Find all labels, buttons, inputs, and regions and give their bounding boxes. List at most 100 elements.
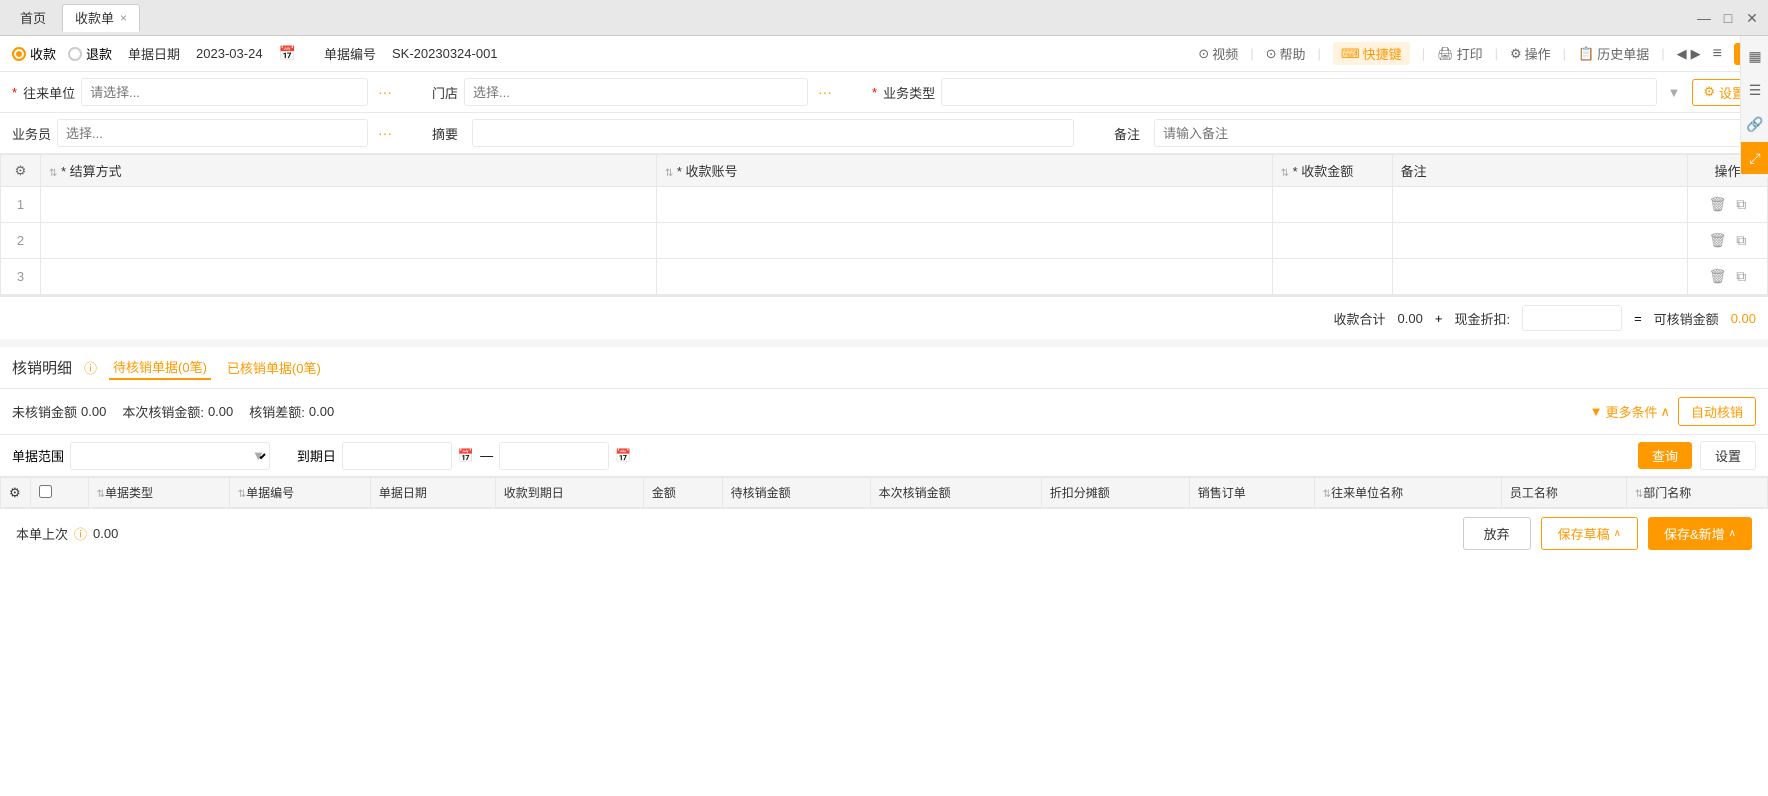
history-action[interactable]: 📋 历史单据 xyxy=(1578,44,1649,63)
store-input[interactable] xyxy=(464,78,808,106)
th-doc-number: ⇅单据编号 xyxy=(229,478,370,508)
date-from-input[interactable]: 2022-04-01 xyxy=(342,442,452,470)
due-date-field: 到期日 2022-04-01 📅 — 2022-04-12 📅 xyxy=(297,442,631,470)
summary-label: 摘要 xyxy=(432,124,458,143)
pending-tab[interactable]: 待核销单据(0笔) xyxy=(109,355,211,380)
business-type-chevron[interactable]: ▼ xyxy=(1667,85,1680,100)
shortcut-action[interactable]: ⌨ 快捷键 xyxy=(1333,42,1410,65)
operation-action[interactable]: ⚙ 操作 xyxy=(1510,44,1551,63)
due-label: 到期日 xyxy=(297,446,336,465)
account-cell-2[interactable] xyxy=(656,223,1272,259)
form-row-1: * 往来单位 ··· 门店 ··· * 业务类型 预收款 ▼ ⚙ 设置 xyxy=(0,72,1768,113)
remark-label: 备注 xyxy=(1114,124,1140,143)
window-controls: — □ ✕ xyxy=(1696,10,1760,26)
th-due-date: 收款到期日 xyxy=(495,478,643,508)
store-more-icon[interactable]: ··· xyxy=(818,84,832,100)
table2-settings-icon[interactable]: ⚙ xyxy=(9,485,21,500)
summary-input[interactable] xyxy=(472,119,1074,147)
footer-left: 本单上次 ⓘ 0.00 xyxy=(16,524,118,543)
close-window-button[interactable]: ✕ xyxy=(1744,10,1760,26)
more-conditions-btn[interactable]: ▼ 更多条件 ∧ xyxy=(1590,402,1670,421)
radio-receipt-label: 收款 xyxy=(30,44,56,63)
tab-receipts-label: 收款单 xyxy=(75,8,114,27)
save-new-button[interactable]: 保存&新增 ∧ xyxy=(1648,517,1752,550)
save-draft-button[interactable]: 保存草稿 ∧ xyxy=(1541,517,1638,550)
prev-icon[interactable]: ◀ xyxy=(1677,46,1687,62)
minimize-button[interactable]: — xyxy=(1696,10,1712,26)
side-table-icon[interactable]: ▦ xyxy=(1741,40,1768,72)
table-row: 3 🗑 ⧉ xyxy=(1,259,1768,295)
auto-verify-button[interactable]: 自动核销 xyxy=(1678,397,1756,426)
done-tab[interactable]: 已核销单据(0笔) xyxy=(223,356,325,379)
delete-icon-3[interactable]: 🗑 xyxy=(1709,268,1727,284)
remark-cell-1[interactable] xyxy=(1392,187,1687,223)
calendar-from-icon[interactable]: 📅 xyxy=(458,448,474,464)
help-action[interactable]: ⊙ 帮助 xyxy=(1266,44,1306,63)
amount-cell-3[interactable] xyxy=(1272,259,1392,295)
amount-cell-1[interactable] xyxy=(1272,187,1392,223)
verify-section: 核销明细 ⓘ 待核销单据(0笔) 已核销单据(0笔) 未核销金额 0.00 本次… xyxy=(0,347,1768,477)
remark-cell-3[interactable] xyxy=(1392,259,1687,295)
copy-icon-3[interactable]: ⧉ xyxy=(1736,268,1746,284)
table-settings-icon[interactable]: ⚙ xyxy=(15,163,27,178)
business-type-label: 业务类型 xyxy=(883,83,935,102)
radio-refund[interactable]: 退款 xyxy=(68,44,112,63)
tab-home[interactable]: 首页 xyxy=(8,4,58,32)
staff-input[interactable] xyxy=(57,119,368,147)
staff-more-icon[interactable]: ··· xyxy=(378,125,392,141)
side-list-icon[interactable]: ☰ xyxy=(1741,74,1768,106)
counterpart-more-icon[interactable]: ··· xyxy=(378,84,392,100)
print-action[interactable]: 🖨 打印 xyxy=(1437,44,1483,63)
side-attach-icon[interactable]: 🔗 xyxy=(1741,108,1768,140)
plus-sign: + xyxy=(1435,311,1443,326)
query-button[interactable]: 查询 xyxy=(1638,442,1692,469)
select-all-checkbox[interactable] xyxy=(39,485,52,498)
amount-cell-2[interactable] xyxy=(1272,223,1392,259)
maximize-button[interactable]: □ xyxy=(1720,10,1736,26)
bottom-table-wrapper: ⚙ ⇅单据类型 ⇅单据编号 单据日期 收款到期日 金额 待核销金额 本次 xyxy=(0,477,1768,508)
stats-right: ▼ 更多条件 ∧ 自动核销 xyxy=(1590,397,1756,426)
delete-icon-2[interactable]: 🗑 xyxy=(1709,232,1727,248)
date-to-input[interactable]: 2022-04-12 xyxy=(499,442,609,470)
menu-icon[interactable]: ≡ xyxy=(1713,45,1722,63)
counterpart-input[interactable] xyxy=(81,78,368,106)
delete-icon-1[interactable]: 🗑 xyxy=(1709,196,1727,212)
action-cell-1: 🗑 ⧉ xyxy=(1688,187,1768,223)
settlement-cell-2[interactable] xyxy=(41,223,657,259)
filter-settings-button[interactable]: 设置 xyxy=(1700,441,1756,470)
calendar-to-icon[interactable]: 📅 xyxy=(615,448,631,464)
business-type-input[interactable]: 预收款 xyxy=(941,78,1657,106)
settlement-cell-3[interactable] xyxy=(41,259,657,295)
shortcut-icon: ⌨ xyxy=(1341,46,1360,62)
store-label: 门店 xyxy=(432,83,458,102)
summary-row: 收款合计 0.00 + 现金折扣: = 可核销金额 0.00 xyxy=(0,296,1768,339)
range-select[interactable] xyxy=(70,442,270,470)
main-content: 收款 退款 单据日期 2023-03-24 📅 单据编号 SK-20230324… xyxy=(0,36,1768,796)
calendar-icon[interactable]: 📅 xyxy=(279,45,296,62)
account-cell-3[interactable] xyxy=(656,259,1272,295)
settlement-cell-1[interactable] xyxy=(41,187,657,223)
copy-icon-2[interactable]: ⧉ xyxy=(1736,232,1746,248)
radio-refund-label: 退款 xyxy=(86,44,112,63)
next-icon[interactable]: ▶ xyxy=(1691,46,1701,62)
page-value: 0.00 xyxy=(93,526,118,541)
video-action[interactable]: ⊙ 视频 xyxy=(1198,44,1238,63)
remark-cell-2[interactable] xyxy=(1392,223,1687,259)
th-discount: 折扣分摊额 xyxy=(1041,478,1189,508)
row-num-2: 2 xyxy=(1,223,41,259)
abandon-button[interactable]: 放弃 xyxy=(1463,517,1531,550)
nav-arrows: ◀ ▶ xyxy=(1677,46,1701,62)
tab-close-icon[interactable]: × xyxy=(120,11,127,25)
filter-row: 单据范围 ▼ 到期日 2022-04-01 📅 — 2022-04-12 📅 查… xyxy=(0,435,1768,477)
discount-input[interactable] xyxy=(1522,305,1622,331)
video-icon: ⊙ xyxy=(1198,46,1209,62)
side-expand-icon[interactable]: ⤢ xyxy=(1741,142,1768,174)
th-checkbox-col xyxy=(31,478,89,508)
account-cell-1[interactable] xyxy=(656,187,1272,223)
tab-receipts[interactable]: 收款单 × xyxy=(62,4,140,32)
remark-input[interactable] xyxy=(1154,119,1756,147)
date-label: 单据日期 xyxy=(128,44,180,63)
copy-icon-1[interactable]: ⧉ xyxy=(1736,196,1746,212)
verify-info-icon[interactable]: ⓘ xyxy=(84,358,97,377)
radio-receipt[interactable]: 收款 xyxy=(12,44,56,63)
